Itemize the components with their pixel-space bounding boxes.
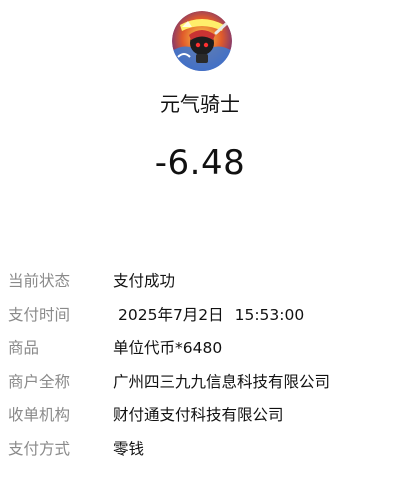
detail-row-time: 支付时间 2025年7月2日 15:53:00 <box>0 300 400 334</box>
detail-label: 支付方式 <box>8 439 71 458</box>
transaction-details: 当前状态 支付成功 支付时间 2025年7月2日 15:53:00 商品 单位代… <box>0 266 400 467</box>
merchant-name: 元气骑士 <box>160 92 240 116</box>
detail-label: 商品 <box>8 339 40 357</box>
detail-value: 广州四三九九信息科技有限公司 <box>113 372 331 391</box>
detail-label: 商户全称 <box>8 372 71 391</box>
payment-amount: -6.48 <box>154 143 246 183</box>
detail-value: 2025年7月2日 15:53:00 <box>118 305 305 324</box>
detail-label: 收单机构 <box>8 406 71 424</box>
detail-row-acquirer: 收单机构 财付通支付科技有限公司 <box>0 400 400 434</box>
detail-value: 支付成功 <box>113 272 176 290</box>
detail-label: 当前状态 <box>8 272 71 290</box>
detail-value: 零钱 <box>113 439 145 458</box>
detail-value: 财付通支付科技有限公司 <box>113 406 284 424</box>
detail-row-status: 当前状态 支付成功 <box>0 266 400 300</box>
detail-value: 单位代币*6480 <box>113 339 223 357</box>
detail-row-product: 商品 单位代币*6480 <box>0 333 400 367</box>
detail-label: 支付时间 <box>8 305 71 324</box>
detail-row-merchant-fullname[interactable]: 商户全称 广州四三九九信息科技有限公司 <box>0 367 400 401</box>
merchant-avatar <box>172 11 232 71</box>
detail-row-payment-method: 支付方式 零钱 <box>0 434 400 468</box>
game-avatar-icon <box>172 11 232 71</box>
